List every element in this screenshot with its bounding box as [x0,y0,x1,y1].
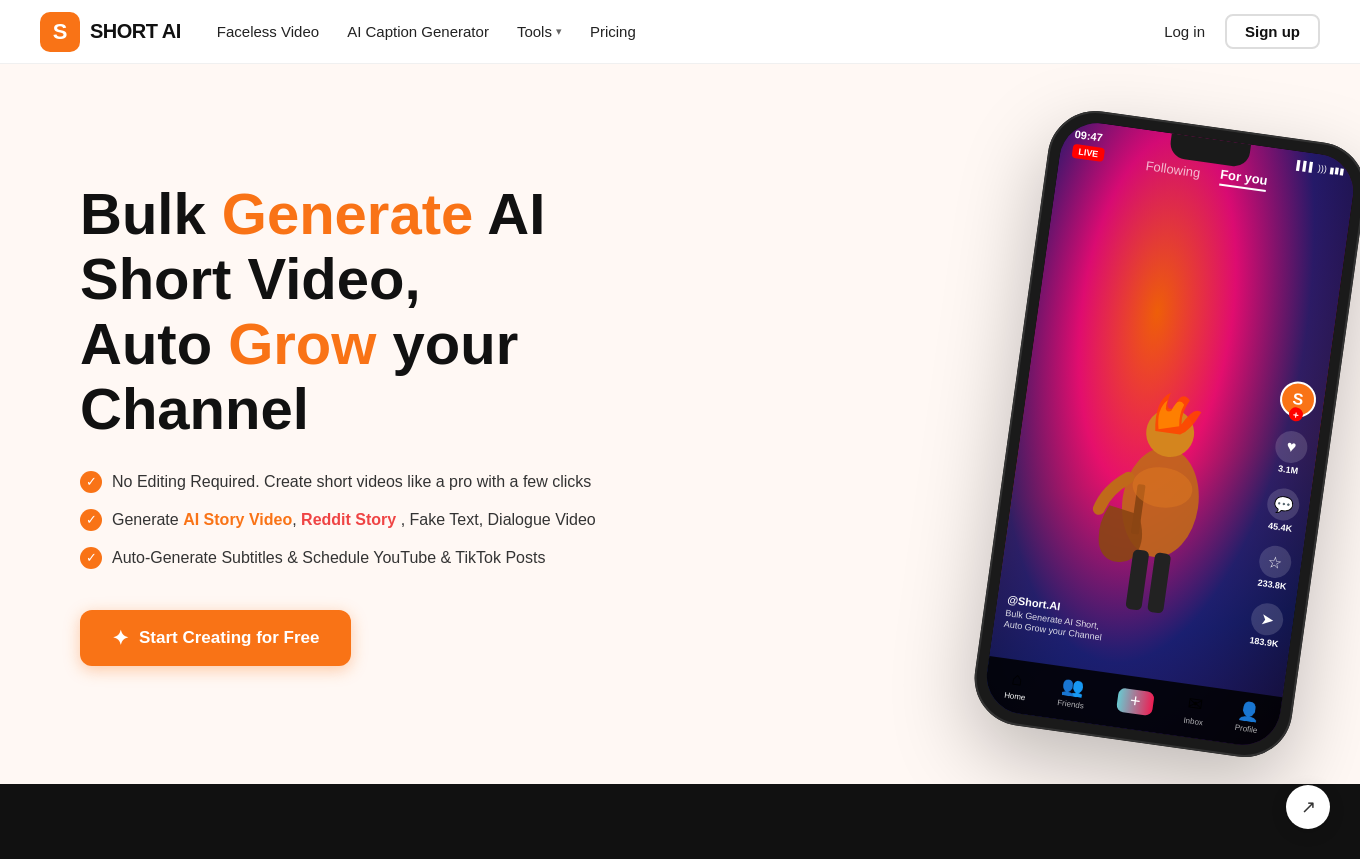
bookmark-action: ☆ 233.8K [1255,544,1293,592]
profile-icon: 👤 [1236,699,1261,724]
tag-reddit-story: Reddit Story [301,511,396,528]
phone-screen: 09:47 ▌▌▌ ))) ▮▮▮ LIVE Following For you… [982,118,1358,749]
nav-link-pricing[interactable]: Pricing [590,23,636,40]
bookmark-icon: ☆ [1257,544,1293,580]
tiktok-nav-profile: 👤 Profile [1234,699,1261,735]
logo-text: SHORT AI [90,20,181,43]
nav-left: S SHORT AI Faceless Video AI Caption Gen… [40,12,636,52]
list-item: ✓ No Editing Required. Create short vide… [80,470,680,494]
nav-right: Log in Sign up [1164,14,1320,49]
hero-section: Bulk Generate AI Short Video, Auto Grow … [0,64,1360,784]
logo[interactable]: S SHORT AI [40,12,181,52]
tiktok-nav-inbox: ✉ Inbox [1183,692,1207,727]
hero-features-list: ✓ No Editing Required. Create short vide… [80,470,680,570]
tag-ai-story: AI Story Video [183,511,292,528]
comment-icon: 💬 [1265,486,1301,522]
logo-icon: S [40,12,80,52]
nav-links: Faceless Video AI Caption Generator Tool… [217,23,636,40]
nav-link-ai-caption[interactable]: AI Caption Generator [347,23,489,40]
signup-button[interactable]: Sign up [1225,14,1320,49]
login-button[interactable]: Log in [1164,23,1205,40]
phone-outer: 09:47 ▌▌▌ ))) ▮▮▮ LIVE Following For you… [968,105,1360,764]
nav-link-faceless-video[interactable]: Faceless Video [217,23,319,40]
list-item: ✓ Auto-Generate Subtitles & Schedule You… [80,546,680,570]
phone-mockup: 09:47 ▌▌▌ ))) ▮▮▮ LIVE Following For you… [960,124,1360,744]
navbar: S SHORT AI Faceless Video AI Caption Gen… [0,0,1360,64]
cta-button[interactable]: ✦ Start Creating for Free [80,610,351,666]
dark-section: The fastest way to Create [0,784,1360,859]
add-video-button: + [1116,687,1155,716]
check-icon: ✓ [80,547,102,569]
tools-chevron-icon: ▾ [556,25,562,38]
phone-inner: 09:47 ▌▌▌ ))) ▮▮▮ LIVE Following For you… [982,118,1358,749]
tiktok-nav-friends: 👥 Friends [1057,674,1088,710]
check-icon: ✓ [80,509,102,531]
like-icon: ♥ [1273,429,1309,465]
list-item: ✓ Generate AI Story Video, Reddit Story … [80,508,680,532]
tiktok-profile-avatar: S + [1278,379,1319,420]
hero-content: Bulk Generate AI Short Video, Auto Grow … [80,182,680,666]
svg-rect-4 [1147,552,1171,614]
tiktok-nav-home: ⌂ Home [1004,667,1030,702]
status-icons: ▌▌▌ ))) ▮▮▮ [1296,160,1345,177]
like-action: ♥ 3.1M [1272,429,1310,477]
hero-title: Bulk Generate AI Short Video, Auto Grow … [80,182,680,442]
inbox-icon: ✉ [1187,692,1205,716]
share-icon: ➤ [1249,601,1285,637]
scroll-to-top-button[interactable]: ↗ [1286,785,1330,829]
tiktok-nav-add: + [1116,687,1155,716]
share-action: ➤ 183.9K [1247,601,1285,649]
home-icon: ⌂ [1010,668,1024,690]
comment-action: 💬 45.4K [1264,486,1302,534]
check-icon: ✓ [80,471,102,493]
friends-icon: 👥 [1061,675,1086,700]
nav-link-tools[interactable]: Tools ▾ [517,23,562,40]
sparkle-icon: ✦ [112,626,129,650]
